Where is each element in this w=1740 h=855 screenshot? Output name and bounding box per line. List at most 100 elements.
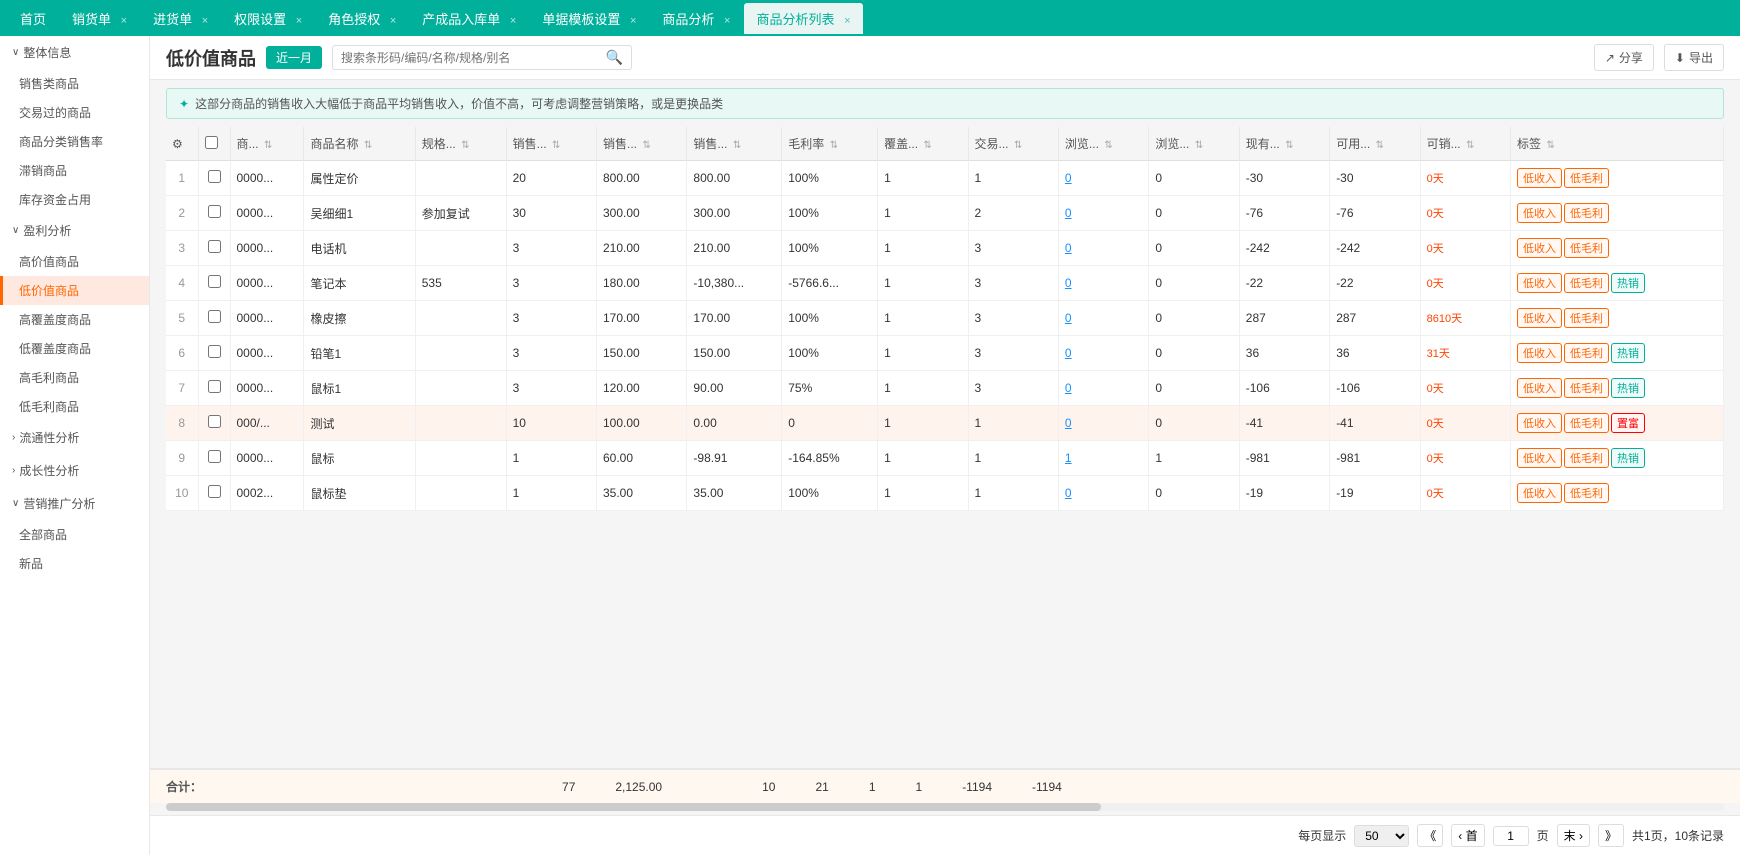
export-button[interactable]: ⬇ 导出	[1664, 44, 1724, 71]
last-page-btn[interactable]: 》	[1598, 824, 1624, 847]
sidebar-item-traded[interactable]: 交易过的商品	[0, 98, 149, 127]
view-link[interactable]: 0	[1065, 486, 1072, 500]
view-link[interactable]: 0	[1065, 276, 1072, 290]
sidebar-item-slow-moving[interactable]: 滞销商品	[0, 156, 149, 185]
first-page-btn[interactable]: 《	[1417, 824, 1443, 847]
row-view1: 0	[1058, 301, 1148, 336]
view-link[interactable]: 0	[1065, 381, 1072, 395]
col-spec[interactable]: 规格... ⇅	[415, 127, 506, 161]
select-all-checkbox[interactable]	[205, 136, 218, 149]
row-select-checkbox[interactable]	[208, 205, 221, 218]
col-cover[interactable]: 覆盖... ⇅	[878, 127, 968, 161]
row-select-checkbox[interactable]	[208, 310, 221, 323]
sidebar-item-high-value[interactable]: 高价值商品	[0, 247, 149, 276]
view-link[interactable]: 0	[1065, 206, 1072, 220]
view-link[interactable]: 0	[1065, 171, 1072, 185]
next-page-btn[interactable]: 末 ›	[1557, 824, 1590, 847]
sidebar-item-sales-products[interactable]: 销售类商品	[0, 69, 149, 98]
col-gross[interactable]: 毛利率 ⇅	[782, 127, 878, 161]
filter-recent-btn[interactable]: 近一月	[266, 46, 322, 69]
row-select-checkbox[interactable]	[208, 170, 221, 183]
close-purchase-icon[interactable]: ×	[202, 15, 208, 27]
row-checkbox	[198, 441, 230, 476]
row-select-checkbox[interactable]	[208, 275, 221, 288]
sidebar-item-low-gross[interactable]: 低毛利商品	[0, 392, 149, 421]
close-product-analysis-icon[interactable]: ×	[724, 15, 730, 27]
col-view2[interactable]: 浏览... ⇅	[1149, 127, 1239, 161]
col-trade[interactable]: 交易... ⇅	[968, 127, 1058, 161]
sidebar-section-marketing[interactable]: ∨ 营销推广分析	[0, 487, 149, 520]
close-template-icon[interactable]: ×	[630, 15, 636, 27]
row-select-checkbox[interactable]	[208, 415, 221, 428]
sidebar-item-new-products[interactable]: 新品	[0, 549, 149, 578]
close-permissions-icon[interactable]: ×	[296, 15, 302, 27]
row-select-checkbox[interactable]	[208, 485, 221, 498]
sidebar-item-inventory-fund[interactable]: 库存资金占用	[0, 185, 149, 214]
nav-product-analysis[interactable]: 商品分析 ×	[650, 3, 742, 34]
row-tags: 低收入低毛利	[1511, 196, 1724, 231]
search-icon[interactable]: 🔍	[606, 49, 623, 66]
page-number-input[interactable]	[1493, 826, 1529, 846]
row-view1: 0	[1058, 196, 1148, 231]
col-name[interactable]: 商品名称 ⇅	[304, 127, 415, 161]
col-sale1[interactable]: 销售... ⇅	[506, 127, 596, 161]
sidebar-section-overall[interactable]: ∨ 整体信息	[0, 36, 149, 69]
col-days[interactable]: 可销... ⇅	[1420, 127, 1510, 161]
col-stock2[interactable]: 可用... ⇅	[1330, 127, 1420, 161]
sidebar-section-profit[interactable]: ∨ 盈利分析	[0, 214, 149, 247]
col-sale2[interactable]: 销售... ⇅	[597, 127, 687, 161]
chevron-right-circulation-icon: ›	[12, 432, 15, 443]
scrollbar-thumb[interactable]	[166, 803, 1101, 811]
table-body: 1 0000... 属性定价 20 800.00 800.00 100% 1 1…	[166, 161, 1724, 511]
row-num: 8	[166, 406, 198, 441]
nav-template[interactable]: 单据模板设置 ×	[530, 3, 648, 34]
sidebar-item-high-coverage[interactable]: 高覆盖度商品	[0, 305, 149, 334]
data-table: ⚙ 商... ⇅ 商品名称 ⇅ 规格... ⇅ 销售... ⇅ 销售... ⇅ …	[166, 127, 1724, 511]
row-select-checkbox[interactable]	[208, 380, 221, 393]
notice-bar: ✦ 这部分商品的销售收入大幅低于商品平均销售收入，价值不高，可考虑调整营销策略，…	[166, 88, 1724, 119]
nav-analysis-list[interactable]: 商品分析列表 ×	[744, 3, 862, 34]
per-page-select[interactable]: 50 100 200	[1354, 825, 1409, 847]
sidebar-section-growth[interactable]: › 成长性分析	[0, 454, 149, 487]
nav-sales[interactable]: 销货单 ×	[60, 3, 139, 34]
view-link[interactable]: 0	[1065, 311, 1072, 325]
col-view1[interactable]: 浏览... ⇅	[1058, 127, 1148, 161]
close-roles-icon[interactable]: ×	[390, 15, 396, 27]
share-button[interactable]: ↗ 分享	[1594, 44, 1654, 71]
col-tags[interactable]: 标签 ⇅	[1511, 127, 1724, 161]
close-sales-icon[interactable]: ×	[121, 15, 127, 27]
sidebar-section-circulation[interactable]: › 流通性分析	[0, 421, 149, 454]
prev-page-btn[interactable]: ‹ 首	[1451, 824, 1484, 847]
view-link[interactable]: 0	[1065, 241, 1072, 255]
sidebar-item-low-value[interactable]: 低价值商品	[0, 276, 149, 305]
nav-product-entry[interactable]: 产成品入库单 ×	[410, 3, 528, 34]
row-select-checkbox[interactable]	[208, 240, 221, 253]
close-analysis-list-icon[interactable]: ×	[844, 15, 850, 27]
sidebar-item-category-rate[interactable]: 商品分类销售率	[0, 127, 149, 156]
sidebar-item-high-gross[interactable]: 高毛利商品	[0, 363, 149, 392]
row-select-checkbox[interactable]	[208, 450, 221, 463]
view-link[interactable]: 0	[1065, 416, 1072, 430]
col-code[interactable]: 商... ⇅	[230, 127, 304, 161]
scrollbar-track[interactable]	[166, 803, 1724, 811]
row-cover: 1	[878, 441, 968, 476]
col-sale3[interactable]: 销售... ⇅	[687, 127, 782, 161]
nav-home[interactable]: 首页	[8, 3, 58, 34]
view-link[interactable]: 1	[1065, 451, 1072, 465]
product-tag: 低毛利	[1564, 238, 1609, 258]
col-settings[interactable]: ⚙	[166, 127, 198, 161]
view-link[interactable]: 0	[1065, 346, 1072, 360]
sidebar-item-low-coverage[interactable]: 低覆盖度商品	[0, 334, 149, 363]
nav-purchase[interactable]: 进货单 ×	[141, 3, 220, 34]
nav-permissions[interactable]: 权限设置 ×	[222, 3, 314, 34]
col-stock1[interactable]: 现有... ⇅	[1239, 127, 1329, 161]
row-sale2: 150.00	[687, 336, 782, 371]
sidebar: ∨ 整体信息 销售类商品 交易过的商品 商品分类销售率 滞销商品 库存资金占用 …	[0, 36, 150, 855]
close-product-entry-icon[interactable]: ×	[510, 15, 516, 27]
search-input[interactable]	[341, 51, 606, 65]
row-select-checkbox[interactable]	[208, 345, 221, 358]
settings-icon[interactable]: ⚙	[172, 137, 183, 151]
nav-roles[interactable]: 角色授权 ×	[316, 3, 408, 34]
sidebar-item-all-products[interactable]: 全部商品	[0, 520, 149, 549]
row-stock1: 287	[1239, 301, 1329, 336]
